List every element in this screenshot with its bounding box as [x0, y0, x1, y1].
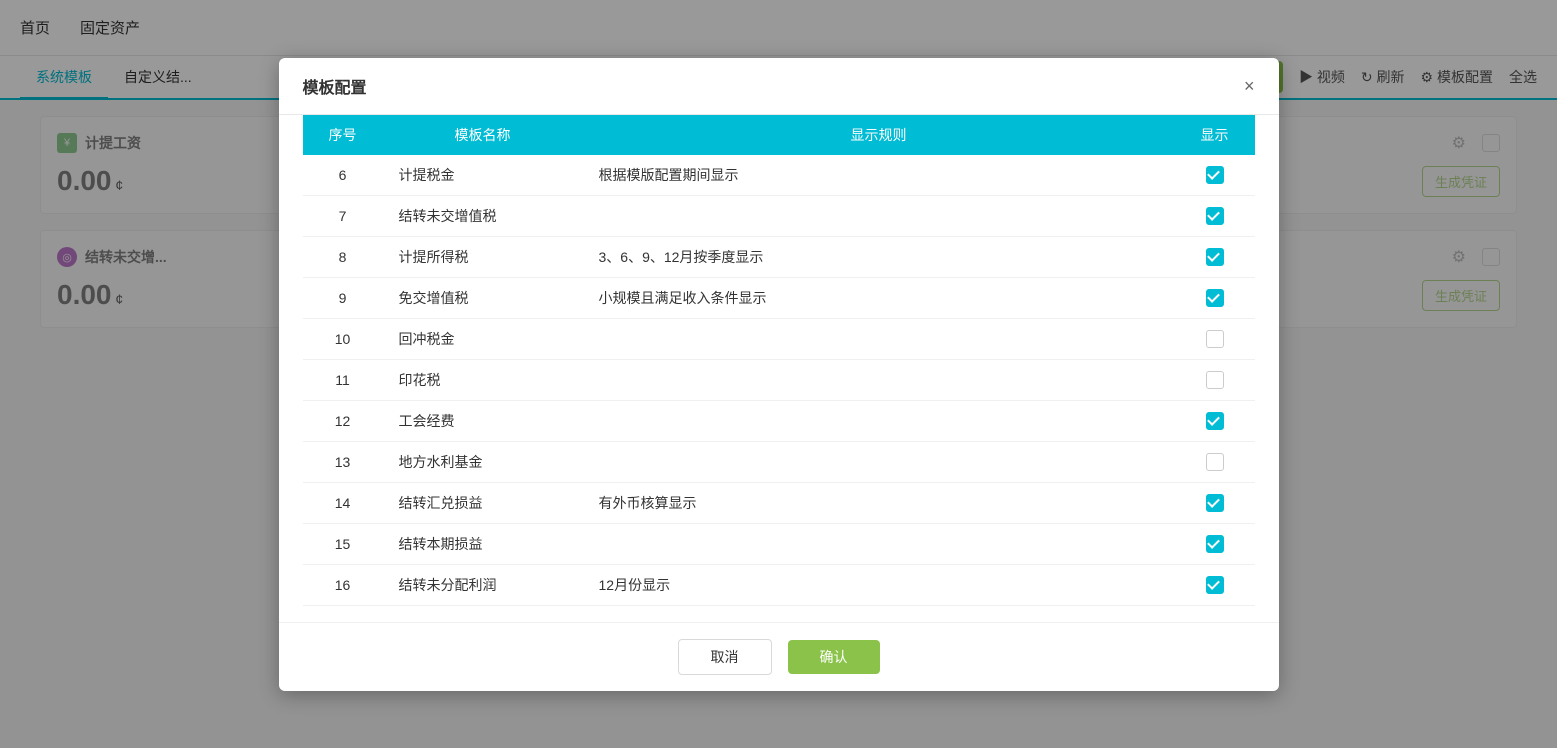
row-name-8: 结转汇兑损益 [383, 482, 583, 523]
config-table: 序号 模板名称 显示规则 显示 6计提税金根据模版配置期间显示7结转未交增值税8… [303, 115, 1255, 606]
table-row: 6计提税金根据模版配置期间显示 [303, 155, 1255, 196]
row-display-6 [1175, 400, 1255, 441]
col-header-name: 模板名称 [383, 115, 583, 155]
table-row: 8计提所得税3、6、9、12月按季度显示 [303, 236, 1255, 277]
checkbox-6[interactable] [1206, 412, 1224, 430]
table-row: 14结转汇兑损益有外币核算显示 [303, 482, 1255, 523]
modal-close-button[interactable]: × [1244, 77, 1255, 95]
row-id-4: 10 [303, 318, 383, 359]
row-display-1 [1175, 195, 1255, 236]
table-row: 16结转未分配利润12月份显示 [303, 564, 1255, 605]
row-rule-9 [583, 523, 1175, 564]
row-display-4 [1175, 318, 1255, 359]
row-display-9 [1175, 523, 1255, 564]
confirm-button[interactable]: 确认 [788, 640, 880, 674]
checkbox-8[interactable] [1206, 494, 1224, 512]
row-rule-2: 3、6、9、12月按季度显示 [583, 236, 1175, 277]
row-name-10: 结转未分配利润 [383, 564, 583, 605]
col-header-id: 序号 [303, 115, 383, 155]
row-name-7: 地方水利基金 [383, 441, 583, 482]
checkbox-5[interactable] [1206, 371, 1224, 389]
row-rule-0: 根据模版配置期间显示 [583, 155, 1175, 196]
table-row: 15结转本期损益 [303, 523, 1255, 564]
checkbox-10[interactable] [1206, 576, 1224, 594]
row-rule-3: 小规模且满足收入条件显示 [583, 277, 1175, 318]
modal-footer: 取消 确认 [279, 622, 1279, 691]
table-row: 11印花税 [303, 359, 1255, 400]
row-id-7: 13 [303, 441, 383, 482]
row-display-0 [1175, 155, 1255, 196]
row-id-2: 8 [303, 236, 383, 277]
row-display-3 [1175, 277, 1255, 318]
row-id-3: 9 [303, 277, 383, 318]
row-name-6: 工会经费 [383, 400, 583, 441]
modal-title: 模板配置 [303, 74, 367, 98]
cancel-button[interactable]: 取消 [678, 639, 772, 675]
checkbox-7[interactable] [1206, 453, 1224, 471]
modal-body: 序号 模板名称 显示规则 显示 6计提税金根据模版配置期间显示7结转未交增值税8… [279, 115, 1279, 622]
row-rule-7 [583, 441, 1175, 482]
row-display-8 [1175, 482, 1255, 523]
table-row: 10回冲税金 [303, 318, 1255, 359]
row-name-3: 免交增值税 [383, 277, 583, 318]
table-row: 13地方水利基金 [303, 441, 1255, 482]
row-rule-6 [583, 400, 1175, 441]
checkbox-1[interactable] [1206, 207, 1224, 225]
row-display-5 [1175, 359, 1255, 400]
row-rule-8: 有外币核算显示 [583, 482, 1175, 523]
col-header-rule: 显示规则 [583, 115, 1175, 155]
table-wrapper[interactable]: 序号 模板名称 显示规则 显示 6计提税金根据模版配置期间显示7结转未交增值税8… [303, 115, 1255, 606]
row-rule-5 [583, 359, 1175, 400]
row-name-4: 回冲税金 [383, 318, 583, 359]
row-display-7 [1175, 441, 1255, 482]
row-name-2: 计提所得税 [383, 236, 583, 277]
row-name-5: 印花税 [383, 359, 583, 400]
row-name-0: 计提税金 [383, 155, 583, 196]
row-rule-1 [583, 195, 1175, 236]
checkbox-9[interactable] [1206, 535, 1224, 553]
checkbox-2[interactable] [1206, 248, 1224, 266]
row-id-1: 7 [303, 195, 383, 236]
row-id-0: 6 [303, 155, 383, 196]
modal-overlay: 模板配置 × 序号 模板名称 显示规则 显示 6计提税金根据模版配置期间显 [0, 0, 1557, 748]
table-row: 12工会经费 [303, 400, 1255, 441]
row-id-6: 12 [303, 400, 383, 441]
table-row: 9免交增值税小规模且满足收入条件显示 [303, 277, 1255, 318]
row-id-5: 11 [303, 359, 383, 400]
row-name-1: 结转未交增值税 [383, 195, 583, 236]
table-row: 7结转未交增值税 [303, 195, 1255, 236]
checkbox-4[interactable] [1206, 330, 1224, 348]
modal-header: 模板配置 × [279, 58, 1279, 115]
row-rule-4 [583, 318, 1175, 359]
row-display-10 [1175, 564, 1255, 605]
row-name-9: 结转本期损益 [383, 523, 583, 564]
row-id-9: 15 [303, 523, 383, 564]
col-header-display: 显示 [1175, 115, 1255, 155]
row-display-2 [1175, 236, 1255, 277]
row-rule-10: 12月份显示 [583, 564, 1175, 605]
checkbox-0[interactable] [1206, 166, 1224, 184]
checkbox-3[interactable] [1206, 289, 1224, 307]
modal-template-config: 模板配置 × 序号 模板名称 显示规则 显示 6计提税金根据模版配置期间显 [279, 58, 1279, 691]
row-id-8: 14 [303, 482, 383, 523]
row-id-10: 16 [303, 564, 383, 605]
